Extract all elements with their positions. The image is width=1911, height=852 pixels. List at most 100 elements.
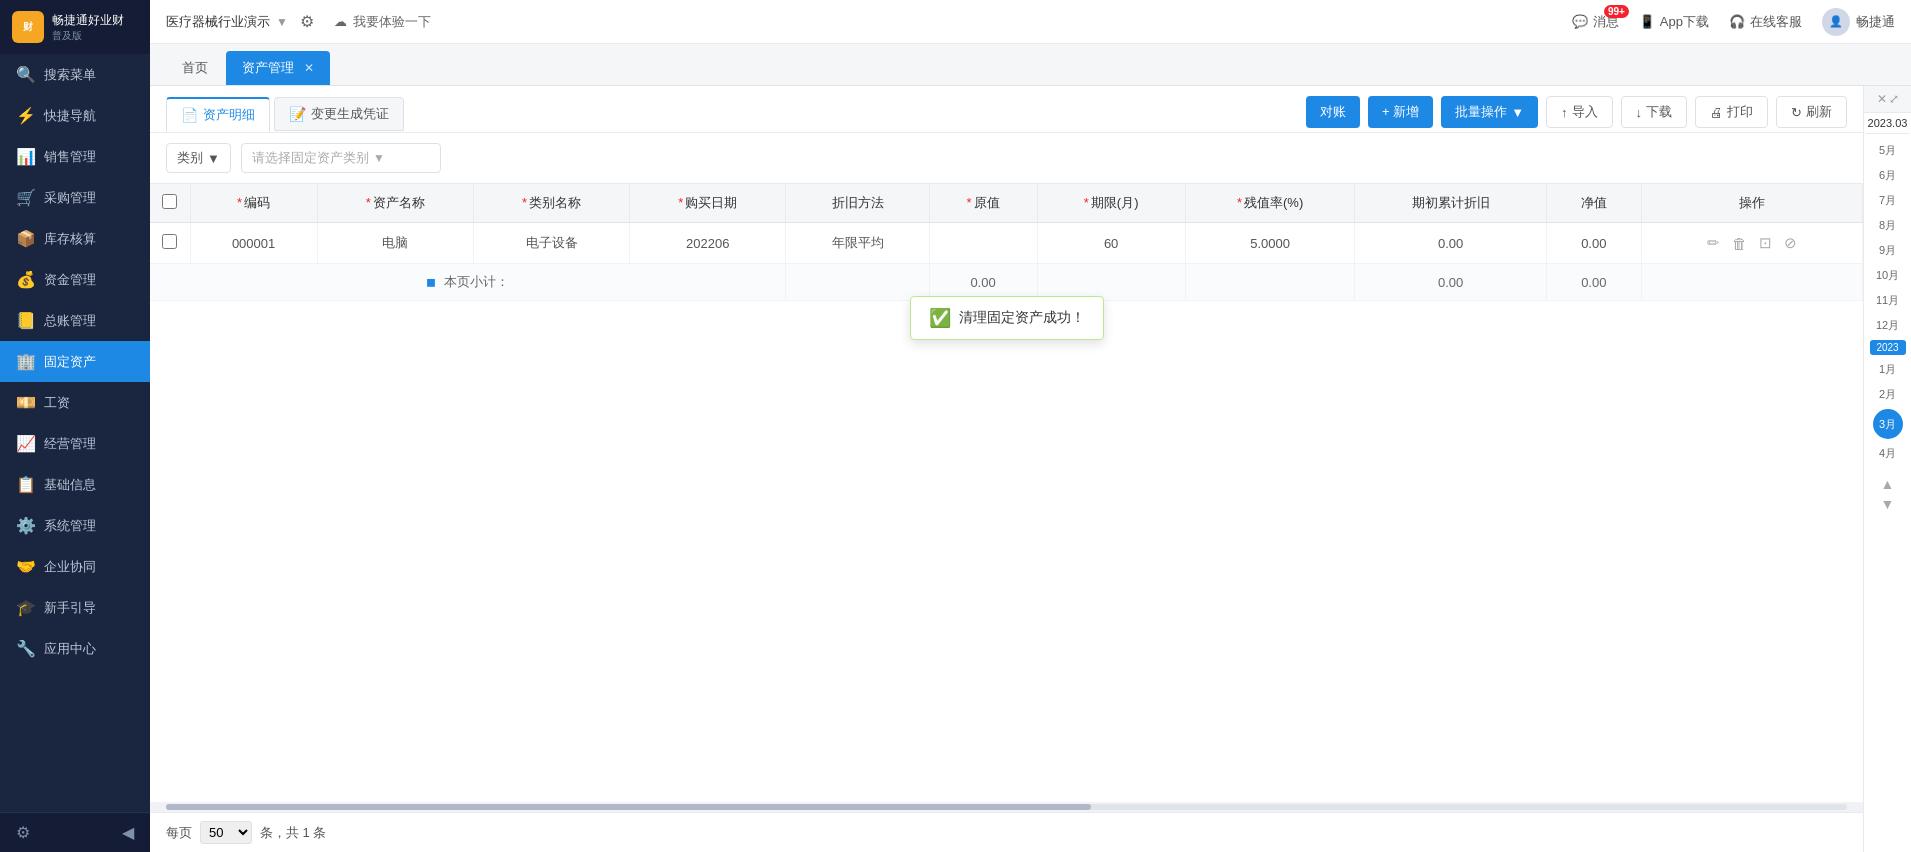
category-select[interactable]: 类别 ▼ (166, 143, 231, 173)
experience-icon: ☁ (334, 14, 347, 29)
app-download-btn[interactable]: 📱 App下载 (1639, 13, 1709, 31)
asset-detail-icon: 📄 (181, 107, 198, 123)
sidebar-item-quick-nav[interactable]: ⚡ 快捷导航 (0, 95, 150, 136)
sidebar-item-salary[interactable]: 💴 工资 (0, 382, 150, 423)
message-icon: 💬 (1572, 14, 1588, 29)
subtotal-empty3 (1185, 264, 1355, 301)
copy-button[interactable]: ⊡ (1757, 232, 1774, 254)
tabs-bar: 首页 资产管理 ✕ (150, 44, 1911, 86)
sub-tab-voucher-gen[interactable]: 📝 变更生成凭证 (274, 97, 404, 131)
sidebar-item-inventory[interactable]: 📦 库存核算 (0, 218, 150, 259)
sub-tab-asset-detail[interactable]: 📄 资产明细 (166, 97, 270, 132)
header-term: *期限(月) (1037, 184, 1185, 223)
panel-up-arrow-icon[interactable]: ▲ (1881, 476, 1895, 492)
company-arrow-icon: ▼ (276, 15, 288, 29)
timeline-2月[interactable]: 2月 (1864, 382, 1911, 407)
logo-text: 畅捷通好业财 普及版 (52, 12, 124, 43)
sidebar-item-apps[interactable]: 🔧 应用中心 (0, 628, 150, 669)
sidebar-item-basic-info[interactable]: 📋 基础信息 (0, 464, 150, 505)
sidebar-item-ledger[interactable]: 📒 总账管理 (0, 300, 150, 341)
batch-button[interactable]: 批量操作 ▼ (1441, 96, 1538, 128)
timeline-6月[interactable]: 6月 (1864, 163, 1911, 188)
company-settings-icon[interactable]: ⚙ (300, 12, 314, 31)
select-all-checkbox[interactable] (162, 194, 177, 209)
guide-icon: 🎓 (16, 598, 34, 617)
tab-close-icon[interactable]: ✕ (304, 61, 314, 75)
sidebar-item-label: 基础信息 (44, 476, 96, 494)
sidebar-item-label: 固定资产 (44, 353, 96, 371)
timeline-8月[interactable]: 8月 (1864, 213, 1911, 238)
timeline-5月[interactable]: 5月 (1864, 138, 1911, 163)
more-button[interactable]: ⊘ (1782, 232, 1799, 254)
subtotal-icon: ◼ (426, 275, 436, 289)
collapse-icon[interactable]: ◀ (122, 823, 134, 842)
sidebar-item-funds[interactable]: 💰 资金管理 (0, 259, 150, 300)
timeline-1月[interactable]: 1月 (1864, 357, 1911, 382)
sidebar-item-label: 库存核算 (44, 230, 96, 248)
category-input-placeholder: 请选择固定资产类别 (252, 149, 369, 167)
sidebar-item-ops[interactable]: 📈 经营管理 (0, 423, 150, 464)
avatar: 👤 (1822, 8, 1850, 36)
category-input[interactable]: 请选择固定资产类别 ▼ (241, 143, 441, 173)
username: 畅捷通 (1856, 13, 1895, 31)
timeline-7月[interactable]: 7月 (1864, 188, 1911, 213)
main-area: 医疗器械行业演示 ▼ ⚙ ☁ 我要体验一下 💬 消息 99+ 📱 App下载 🎧… (150, 0, 1911, 852)
sales-icon: 📊 (16, 147, 34, 166)
sidebar-menu: 🔍 搜索菜单 ⚡ 快捷导航 📊 销售管理 🛒 采购管理 📦 库存核算 💰 资金管… (0, 54, 150, 812)
reconcile-button[interactable]: 对账 (1306, 96, 1360, 128)
app-download-icon: 📱 (1639, 14, 1655, 29)
tab-home[interactable]: 首页 (166, 51, 224, 85)
sidebar-item-guide[interactable]: 🎓 新手引导 (0, 587, 150, 628)
print-button[interactable]: 🖨 打印 (1695, 96, 1768, 128)
timeline-3月-current[interactable]: 3月 (1873, 409, 1903, 439)
settings-icon[interactable]: ⚙ (16, 823, 30, 842)
sidebar-item-fixed-assets[interactable]: 🏢 固定资产 (0, 341, 150, 382)
timeline-9月[interactable]: 9月 (1864, 238, 1911, 263)
download-button[interactable]: ↓ 下载 (1621, 96, 1688, 128)
sidebar-item-purchase[interactable]: 🛒 采购管理 (0, 177, 150, 218)
sidebar-item-search[interactable]: 🔍 搜索菜单 (0, 54, 150, 95)
panel-expand-icon[interactable]: ⤢ (1889, 92, 1899, 106)
scrollbar-thumb[interactable] (166, 804, 1091, 810)
tab-asset-label: 资产管理 (242, 60, 294, 75)
user-menu[interactable]: 👤 畅捷通 (1822, 8, 1895, 36)
sidebar-item-label: 新手引导 (44, 599, 96, 617)
edit-button[interactable]: ✏ (1705, 232, 1722, 254)
delete-button[interactable]: 🗑 (1730, 233, 1749, 254)
new-button[interactable]: + 新增 (1368, 96, 1433, 128)
asset-table-container: *编码 *资产名称 *类别名称 *购买日期 折旧方法 *原值 *期限(月) *残… (150, 184, 1863, 802)
purchase-icon: 🛒 (16, 188, 34, 207)
horizontal-scrollbar[interactable] (150, 802, 1863, 812)
voucher-gen-icon: 📝 (289, 106, 306, 122)
sidebar-item-cooperation[interactable]: 🤝 企业协同 (0, 546, 150, 587)
refresh-icon: ↻ (1791, 105, 1802, 120)
ledger-icon: 📒 (16, 311, 34, 330)
timeline-12月[interactable]: 12月 (1864, 313, 1911, 338)
online-service-btn[interactable]: 🎧 在线客服 (1729, 13, 1802, 31)
panel-close-icon[interactable]: ✕ (1877, 92, 1887, 106)
ops-icon: 📈 (16, 434, 34, 453)
sidebar-item-system[interactable]: ⚙️ 系统管理 (0, 505, 150, 546)
timeline-4月[interactable]: 4月 (1864, 441, 1911, 466)
page-size-select[interactable]: 50 20 100 (200, 821, 252, 844)
timeline-11月[interactable]: 11月 (1864, 288, 1911, 313)
company-selector[interactable]: 医疗器械行业演示 ▼ (166, 13, 288, 31)
filter-left: 类别 ▼ 请选择固定资产类别 ▼ (166, 143, 441, 173)
header-initial-accumulated: 期初累计折旧 (1355, 184, 1546, 223)
timeline-2023-year[interactable]: 2023 (1870, 340, 1906, 355)
refresh-button[interactable]: ↻ 刷新 (1776, 96, 1847, 128)
fixed-assets-icon: 🏢 (16, 352, 34, 371)
timeline-10月[interactable]: 10月 (1864, 263, 1911, 288)
category-select-arrow-icon: ▼ (207, 151, 220, 166)
sidebar-item-label: 应用中心 (44, 640, 96, 658)
message-btn[interactable]: 💬 消息 99+ (1572, 13, 1619, 31)
import-button[interactable]: ↑ 导入 (1546, 96, 1613, 128)
header-actions: 操作 (1641, 184, 1862, 223)
sidebar-item-label: 总账管理 (44, 312, 96, 330)
experience-btn[interactable]: ☁ 我要体验一下 (334, 13, 431, 31)
tab-asset-management[interactable]: 资产管理 ✕ (226, 51, 330, 85)
salary-icon: 💴 (16, 393, 34, 412)
row-checkbox[interactable] (162, 234, 177, 249)
sidebar-item-sales[interactable]: 📊 销售管理 (0, 136, 150, 177)
panel-down-arrow-icon[interactable]: ▼ (1881, 496, 1895, 512)
